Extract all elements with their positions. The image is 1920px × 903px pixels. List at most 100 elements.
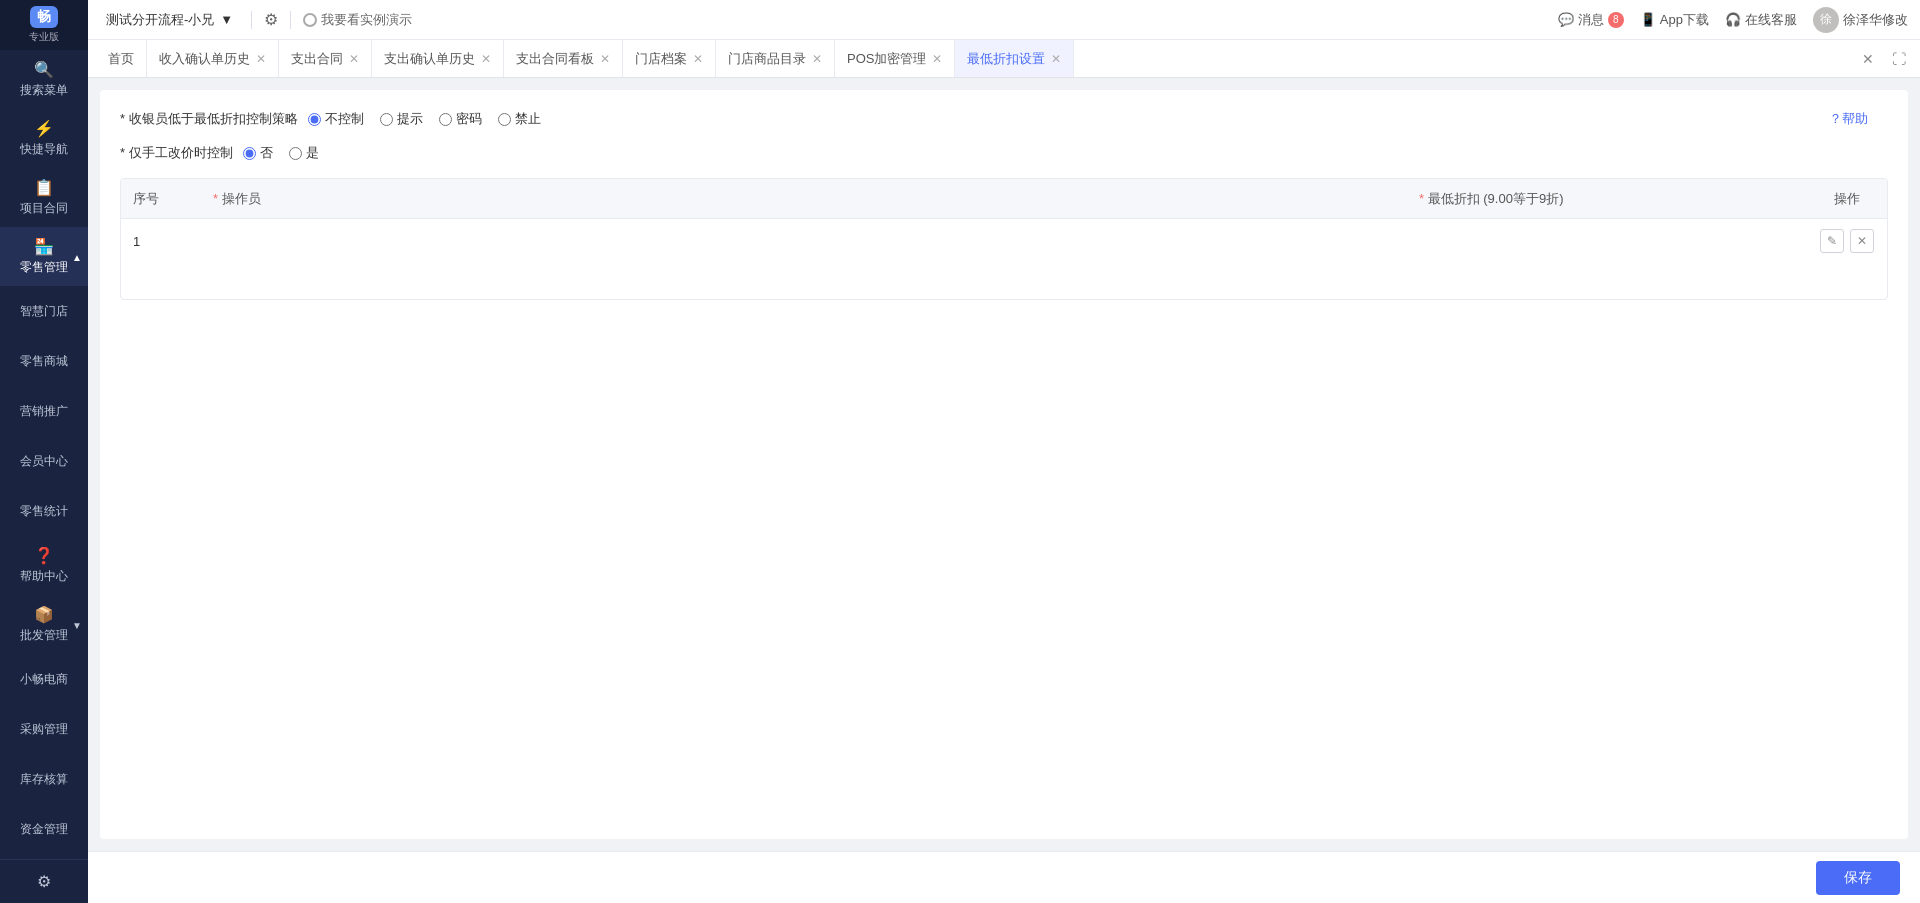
gear-button[interactable]: ⚙ <box>264 10 278 29</box>
option-forbid[interactable]: 禁止 <box>498 110 541 128</box>
delete-button[interactable]: ✕ <box>1850 229 1874 253</box>
sidebar-item-label: 采购管理 <box>20 721 68 738</box>
fullscreen-button[interactable]: ⛶ <box>1886 49 1912 69</box>
edit-button[interactable]: ✎ <box>1820 229 1844 253</box>
tab-label: 支出合同 <box>291 50 343 68</box>
flash-icon: ⚡ <box>34 119 54 138</box>
tab-pos-encrypt[interactable]: POS加密管理 ✕ <box>835 40 955 78</box>
sidebar-item-retail-stats[interactable]: 零售统计 <box>0 486 88 536</box>
arrow-icon: ▲ <box>72 251 82 262</box>
save-button[interactable]: 保存 <box>1816 861 1900 895</box>
tabs-actions: ✕ ⛶ <box>1856 49 1912 69</box>
sidebar-settings[interactable]: ⚙ <box>0 859 88 903</box>
th-action: 操作 <box>1807 190 1887 208</box>
sidebar-item-ecommerce[interactable]: 小畅电商 <box>0 654 88 704</box>
project-selector[interactable]: 测试分开流程-小兄 ▼ <box>100 9 239 31</box>
td-action: ✎ ✕ <box>1807 229 1887 253</box>
service-icon: 🎧 <box>1725 12 1741 27</box>
tab-label: 收入确认单历史 <box>159 50 250 68</box>
logo-icon: 畅 <box>30 6 58 28</box>
user-menu[interactable]: 徐 徐泽华修改 <box>1813 7 1908 33</box>
option-password[interactable]: 密码 <box>439 110 482 128</box>
message-button[interactable]: 💬 消息 8 <box>1558 11 1624 29</box>
sidebar-item-wholesale[interactable]: 📦 批发管理 ▼ <box>0 595 88 654</box>
sidebar-item-label: 会员中心 <box>20 453 68 470</box>
tab-expense-board[interactable]: 支出合同看板 ✕ <box>504 40 623 78</box>
table-row: 1 ✎ ✕ <box>121 219 1887 263</box>
tab-close-icon[interactable]: ✕ <box>349 52 359 66</box>
topbar: 测试分开流程-小兄 ▼ ⚙ 我要看实例演示 💬 消息 8 📱 App下载 🎧 <box>88 0 1920 40</box>
sidebar-item-retail-mall[interactable]: 零售商城 <box>0 336 88 386</box>
contract-icon: 📋 <box>34 178 54 197</box>
sidebar-item-retail[interactable]: 🏪 零售管理 ▲ <box>0 227 88 286</box>
avatar: 徐 <box>1813 7 1839 33</box>
app-download-button[interactable]: 📱 App下载 <box>1640 11 1709 29</box>
topbar-right: 💬 消息 8 📱 App下载 🎧 在线客服 徐 徐泽华修改 <box>1558 7 1908 33</box>
th-seq: 序号 <box>121 190 201 208</box>
table-container: 序号 * 操作员 * 最低折扣 (9.00等于9折) 操作 1 <box>120 178 1888 300</box>
sidebar-item-purchase[interactable]: 采购管理 <box>0 704 88 754</box>
sidebar-item-quick-nav[interactable]: ⚡ 快捷导航 <box>0 109 88 168</box>
tab-close-icon[interactable]: ✕ <box>256 52 266 66</box>
th-operator: * 操作员 <box>201 190 1407 208</box>
online-service-button[interactable]: 🎧 在线客服 <box>1725 11 1797 29</box>
manual-control-options: 否 是 <box>243 144 319 162</box>
option-yes[interactable]: 是 <box>289 144 319 162</box>
settings-icon: ⚙ <box>37 872 51 891</box>
tab-close-icon[interactable]: ✕ <box>1051 52 1061 66</box>
td-seq: 1 <box>121 234 201 249</box>
tab-home[interactable]: 首页 <box>96 40 147 78</box>
sidebar-item-search[interactable]: 🔍 搜索菜单 <box>0 50 88 109</box>
tab-label: POS加密管理 <box>847 50 926 68</box>
sidebar-item-label: 营销推广 <box>20 403 68 420</box>
divider <box>290 11 291 29</box>
tab-expense-confirm-history[interactable]: 支出确认单历史 ✕ <box>372 40 504 78</box>
sidebar-item-label: 零售统计 <box>20 503 68 520</box>
option-no[interactable]: 否 <box>243 144 273 162</box>
tab-revenue-history[interactable]: 收入确认单历史 ✕ <box>147 40 279 78</box>
tab-expense-contract[interactable]: 支出合同 ✕ <box>279 40 372 78</box>
tab-label: 门店商品目录 <box>728 50 806 68</box>
tab-min-discount[interactable]: 最低折扣设置 ✕ <box>955 40 1074 78</box>
tab-close-icon[interactable]: ✕ <box>600 52 610 66</box>
tab-label: 支出合同看板 <box>516 50 594 68</box>
control-strategy-label: * 收银员低于最低折扣控制策略 <box>120 110 298 128</box>
sidebar-item-label: 批发管理 <box>20 627 68 644</box>
download-icon: 📱 <box>1640 12 1656 27</box>
sidebar-item-help[interactable]: ❓ 帮助中心 <box>0 536 88 595</box>
online-service-label: 在线客服 <box>1745 11 1797 29</box>
tab-close-icon[interactable]: ✕ <box>693 52 703 66</box>
sidebar-item-label: 帮助中心 <box>20 568 68 585</box>
manual-control-row: * 仅手工改价时控制 否 是 <box>120 144 1868 162</box>
tab-store-archive[interactable]: 门店档案 ✕ <box>623 40 716 78</box>
sidebar-item-label: 智慧门店 <box>20 303 68 320</box>
sidebar-item-smart-store[interactable]: 智慧门店 <box>0 286 88 336</box>
divider <box>251 11 252 29</box>
option-remind[interactable]: 提示 <box>380 110 423 128</box>
tab-store-products[interactable]: 门店商品目录 ✕ <box>716 40 835 78</box>
sidebar-nav: 🔍 搜索菜单 ⚡ 快捷导航 📋 项目合同 🏪 零售管理 ▲ 智慧门店 零售商城 … <box>0 50 88 859</box>
sidebar-item-finance[interactable]: 资金管理 <box>0 804 88 854</box>
arrow-icon: ▼ <box>72 619 82 630</box>
help-icon: ❓ <box>34 546 54 565</box>
tab-close-icon[interactable]: ✕ <box>932 52 942 66</box>
retail-icon: 🏪 <box>34 237 54 256</box>
sidebar-item-label: 快捷导航 <box>20 141 68 158</box>
demo-button[interactable]: 我要看实例演示 <box>303 11 412 29</box>
close-tab-button[interactable]: ✕ <box>1856 49 1880 69</box>
page-footer: 保存 <box>88 851 1920 903</box>
tab-label: 首页 <box>108 50 134 68</box>
sidebar-item-member[interactable]: 会员中心 <box>0 436 88 486</box>
required-mark: * <box>213 191 222 206</box>
control-strategy-row: * 收银员低于最低折扣控制策略 不控制 提示 密码 <box>120 110 1868 128</box>
sidebar-item-inventory[interactable]: 库存核算 <box>0 754 88 804</box>
sidebar-item-label: 零售管理 <box>20 259 68 276</box>
sidebar-item-project[interactable]: 📋 项目合同 <box>0 168 88 227</box>
sidebar-item-label: 库存核算 <box>20 771 68 788</box>
sidebar-item-label: 搜索菜单 <box>20 82 68 99</box>
option-no-control[interactable]: 不控制 <box>308 110 364 128</box>
tab-close-icon[interactable]: ✕ <box>481 52 491 66</box>
sidebar-item-marketing[interactable]: 营销推广 <box>0 386 88 436</box>
tab-close-icon[interactable]: ✕ <box>812 52 822 66</box>
help-link[interactable]: ？帮助 <box>1829 110 1868 128</box>
